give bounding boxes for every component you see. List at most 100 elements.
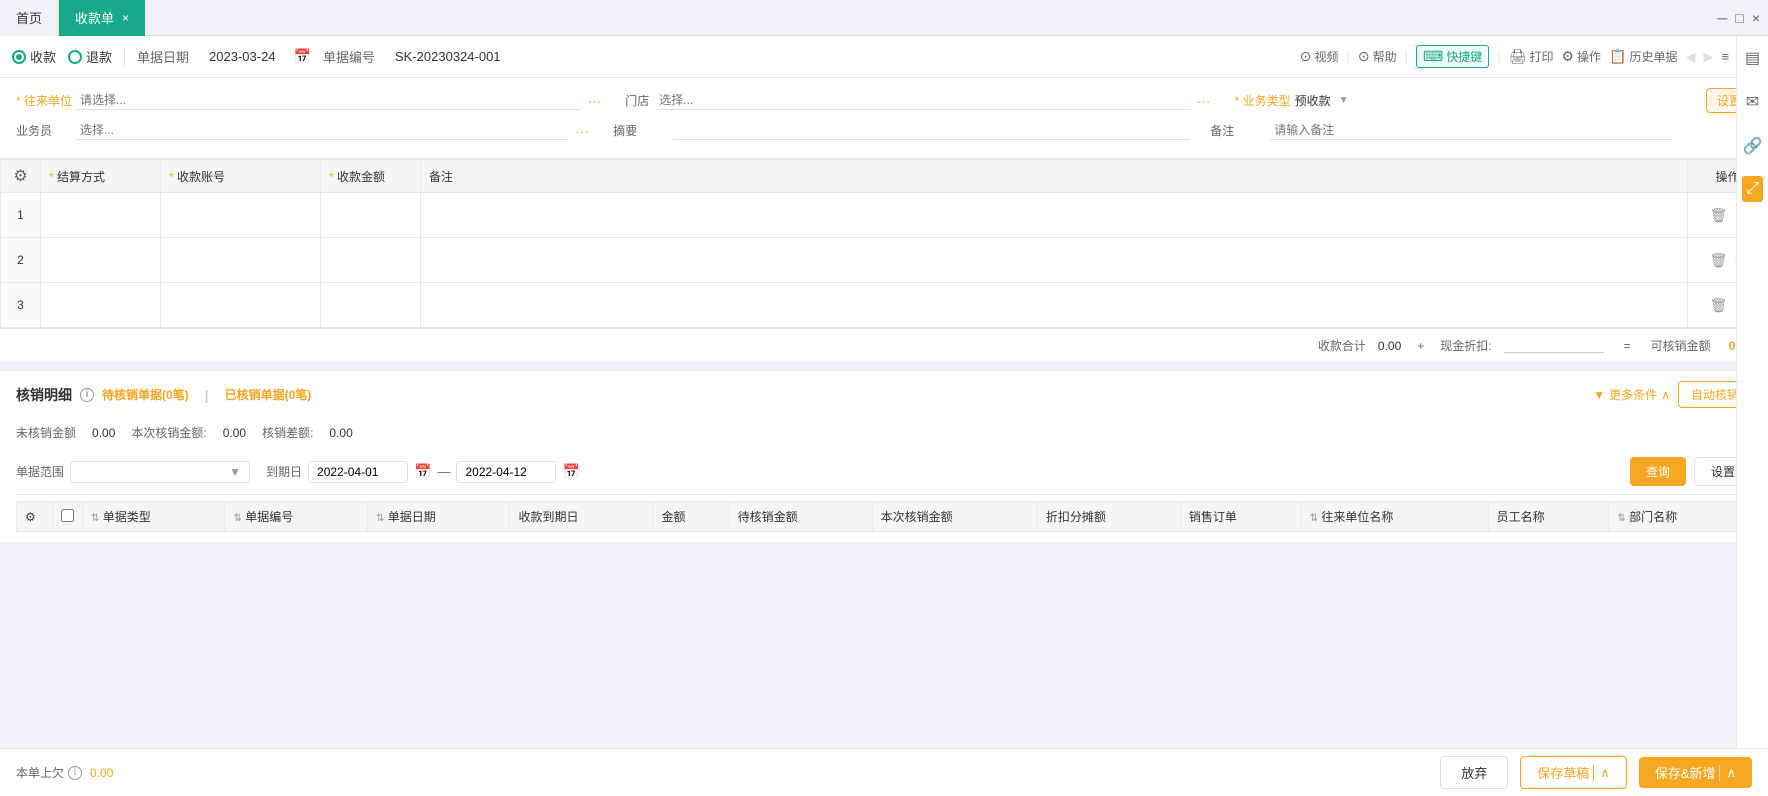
- range-select-arrow: ▼: [229, 465, 241, 479]
- tab-bar: 首页 收款单 × ─ □ ×: [0, 0, 1768, 36]
- due-date-label: 到期日: [266, 463, 302, 480]
- delete-row-3-icon[interactable]: 🗑: [1710, 297, 1728, 314]
- settle-cell-1[interactable]: [41, 193, 161, 238]
- remark-input[interactable]: [1270, 121, 1672, 140]
- current-verify-value: 0.00: [223, 426, 246, 440]
- toolbar-actions: ⊙ 视频 | ⊙ 帮助 | ⌨ 快捷键 | 🖨 打印 ⚙ 操作 📋 历史单据 ◀…: [1300, 45, 1756, 68]
- shortcut-btn[interactable]: ⌨ 快捷键: [1416, 45, 1489, 68]
- bottom-info-icon[interactable]: i: [68, 766, 82, 780]
- account-cell-3[interactable]: [161, 283, 321, 328]
- remark-cell-1[interactable]: [421, 193, 1688, 238]
- verify-section: 核销明细 i 待核销单据(0笔) | 已核销单据(0笔) ▼ 更多条件 ∧ 自动…: [0, 370, 1768, 542]
- operate-icon: ⚙: [1561, 48, 1574, 65]
- radio-refund-dot: [68, 50, 82, 64]
- form-area: * 往来单位 ··· 门店 ··· * 业务类型 预收款 ▼ 设置 业务员 ··…: [0, 78, 1768, 159]
- vcol-discount: 折扣分摊额: [1037, 502, 1180, 532]
- video-btn[interactable]: ⊙ 视频: [1300, 48, 1339, 65]
- remark-field: 备注: [1210, 121, 1672, 140]
- vcol-no: ⇅ 单据编号: [225, 502, 367, 532]
- bottom-value: 0.00: [90, 766, 113, 780]
- col-amount: * 收款金额: [321, 160, 421, 193]
- vcol-dept: ⇅ 部门名称: [1609, 502, 1752, 532]
- calendar-start-icon[interactable]: 📅: [414, 463, 431, 480]
- amount-cell-3[interactable]: [321, 283, 421, 328]
- right-sidebar: ▤ ✉ 🔗 ⤢: [1736, 36, 1768, 748]
- vcol-date: ⇅ 单据日期: [367, 502, 509, 532]
- date-start-input[interactable]: [308, 461, 408, 483]
- store-more-icon[interactable]: ···: [1193, 93, 1215, 109]
- tab-close-icon[interactable]: ×: [122, 11, 129, 25]
- more-conditions-btn[interactable]: ▼ 更多条件 ∧: [1593, 386, 1670, 403]
- partner-more-icon[interactable]: ···: [583, 93, 605, 109]
- verify-table-settings-icon[interactable]: ⚙: [25, 510, 36, 524]
- select-all-checkbox[interactable]: [61, 509, 74, 522]
- operate-btn[interactable]: ⚙ 操作: [1561, 48, 1601, 65]
- save-draft-button[interactable]: 保存草稿 ∧: [1520, 756, 1627, 789]
- chevron-up-icon: ∧: [1661, 388, 1670, 402]
- abandon-button[interactable]: 放弃: [1440, 756, 1508, 789]
- minimize-icon[interactable]: ─: [1717, 10, 1727, 26]
- save-new-arrow-icon[interactable]: ∧: [1719, 765, 1736, 781]
- print-btn[interactable]: 🖨 打印: [1509, 48, 1554, 65]
- vcol-amount: 金额: [653, 502, 729, 532]
- save-new-button[interactable]: 保存&新增 ∧: [1639, 757, 1752, 788]
- maximize-icon[interactable]: □: [1735, 10, 1743, 26]
- table-row: 1 🗑 ⧉: [1, 193, 1768, 238]
- radio-refund[interactable]: 退款: [68, 47, 112, 66]
- vcol-type: ⇅ 单据类型: [83, 502, 225, 532]
- docno-field: 单据编号 SK-20230324-001: [323, 47, 501, 66]
- account-cell-2[interactable]: [161, 238, 321, 283]
- help-btn[interactable]: ⊙ 帮助: [1358, 48, 1397, 65]
- radio-receive[interactable]: 收款: [12, 47, 56, 66]
- calendar-icon[interactable]: 📅: [294, 48, 311, 65]
- table-settings-icon[interactable]: ⚙: [13, 168, 27, 185]
- store-input[interactable]: [655, 91, 1190, 110]
- salesperson-input[interactable]: [76, 121, 569, 140]
- account-cell-1[interactable]: [161, 193, 321, 238]
- col-remark: 备注: [421, 160, 1688, 193]
- delete-row-1-icon[interactable]: 🗑: [1710, 207, 1728, 224]
- settle-cell-2[interactable]: [41, 238, 161, 283]
- tab-pending[interactable]: 待核销单据(0笔): [102, 386, 189, 403]
- range-select[interactable]: ▼: [70, 461, 250, 483]
- tab-home[interactable]: 首页: [0, 0, 59, 36]
- list-view-icon[interactable]: ≡: [1722, 49, 1730, 64]
- remark-cell-2[interactable]: [421, 238, 1688, 283]
- sidebar-expand-icon[interactable]: ⤢: [1742, 176, 1763, 202]
- vcol-partner: ⇅ 往来单位名称: [1301, 502, 1488, 532]
- discount-label: 现金折扣:: [1440, 337, 1491, 354]
- calendar-end-icon[interactable]: 📅: [562, 463, 579, 480]
- sidebar-table-icon[interactable]: ▤: [1741, 44, 1764, 72]
- sidebar-link-icon[interactable]: 🔗: [1739, 132, 1767, 160]
- sidebar-mail-icon[interactable]: ✉: [1742, 88, 1763, 116]
- save-draft-arrow-icon[interactable]: ∧: [1593, 765, 1610, 781]
- radio-receive-dot: [12, 50, 26, 64]
- divider-1: [124, 47, 125, 67]
- remark-cell-3[interactable]: [421, 283, 1688, 328]
- verify-info-icon[interactable]: i: [80, 388, 94, 402]
- tab-bar-icons: ─ □ ×: [1717, 10, 1768, 26]
- date-field: 单据日期 2023-03-24 📅: [137, 47, 311, 66]
- biz-type-arrow[interactable]: ▼: [1339, 95, 1349, 106]
- table-area: ⚙ * 结算方式 * 收款账号 * 收款金额 备注 操作 1 🗑 ⧉: [0, 159, 1768, 328]
- vcol-current: 本次核销金额: [872, 502, 1037, 532]
- amount-cell-2[interactable]: [321, 238, 421, 283]
- col-settle: * 结算方式: [41, 160, 161, 193]
- partner-input[interactable]: [76, 91, 581, 110]
- salesperson-more-icon[interactable]: ···: [571, 123, 593, 139]
- history-btn[interactable]: 📋 历史单据: [1609, 48, 1677, 65]
- tab-done[interactable]: 已核销单据(0笔): [225, 386, 312, 403]
- settle-cell-3[interactable]: [41, 283, 161, 328]
- amount-cell-1[interactable]: [321, 193, 421, 238]
- store-field: 门店 ···: [625, 91, 1214, 110]
- discount-input[interactable]: [1504, 338, 1604, 353]
- tab-current[interactable]: 收款单 ×: [59, 0, 145, 36]
- docno-label: 单据编号: [323, 47, 375, 66]
- unverified-label: 未核销金额: [16, 424, 76, 441]
- close-window-icon[interactable]: ×: [1752, 10, 1760, 26]
- summary-input[interactable]: [673, 121, 1190, 140]
- salesperson-field: 业务员 ···: [16, 121, 593, 140]
- query-button[interactable]: 查询: [1630, 457, 1686, 486]
- date-end-input[interactable]: [456, 461, 556, 483]
- delete-row-2-icon[interactable]: 🗑: [1710, 252, 1728, 269]
